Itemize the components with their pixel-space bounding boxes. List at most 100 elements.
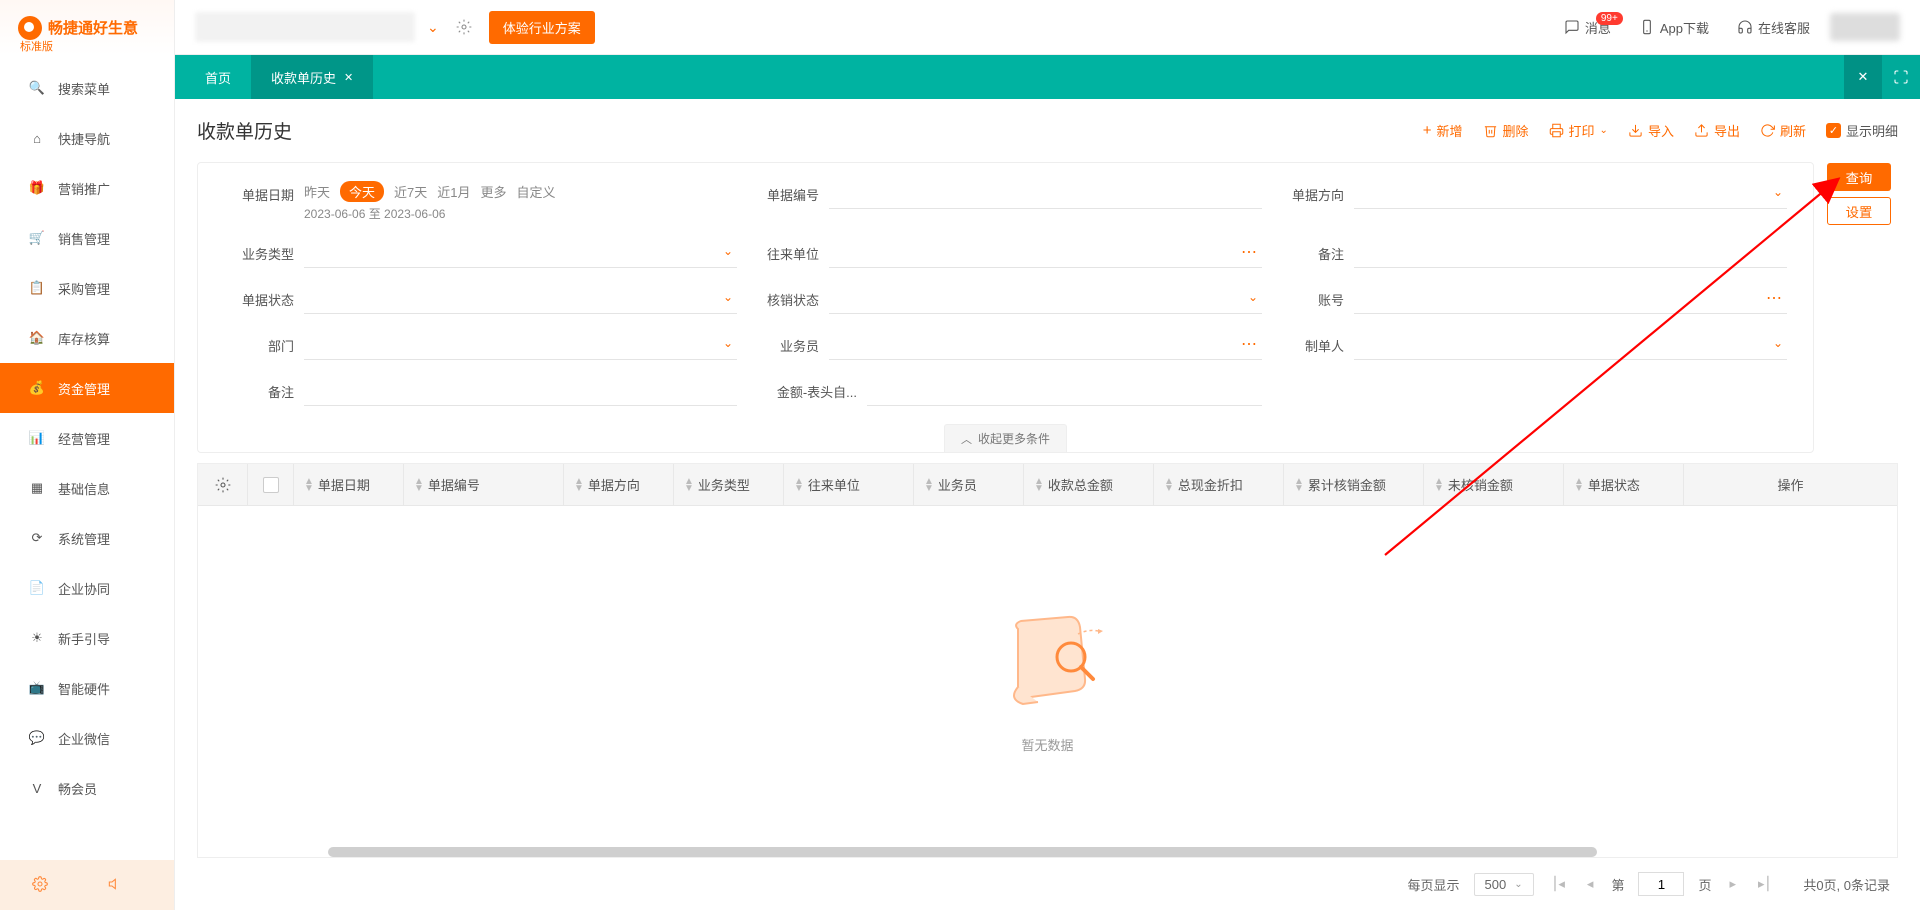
sidebar-item-6[interactable]: 💰资金管理 <box>0 363 174 413</box>
column-label: 业务员 <box>938 475 977 494</box>
filter-clerk-field[interactable]: ⋯ <box>829 332 1262 360</box>
tab-receipt-history[interactable]: 收款单历史 ✕ <box>251 55 373 99</box>
refresh-icon <box>1760 123 1775 138</box>
export-button[interactable]: 导出 <box>1694 121 1740 140</box>
page-number-input[interactable] <box>1638 872 1684 896</box>
date-option-2[interactable]: 近7天 <box>394 182 427 201</box>
date-option-1[interactable]: 今天 <box>340 181 384 202</box>
column-header[interactable]: ▲▼单据状态 <box>1564 464 1684 505</box>
refresh-label: 刷新 <box>1780 121 1806 140</box>
pagination: 每页显示 500⌄ ⎮◂ ◂ 第 页 ▸ ▸⎮ 共0页, 0条记录 <box>175 858 1920 910</box>
filter-docstatus-label: 单据状态 <box>212 286 304 309</box>
sidebar-item-3[interactable]: 🛒销售管理 <box>0 213 174 263</box>
column-label: 操作 <box>1777 475 1803 494</box>
sort-icon: ▲▼ <box>924 478 934 492</box>
per-page-select[interactable]: 500⌄ <box>1474 873 1534 896</box>
first-page-button[interactable]: ⎮◂ <box>1548 876 1569 892</box>
sidebar-item-0[interactable]: 🔍搜索菜单 <box>0 63 174 113</box>
sidebar-item-13[interactable]: 💬企业微信 <box>0 713 174 763</box>
column-header[interactable]: ▲▼往来单位 <box>784 464 914 505</box>
phone-icon <box>1639 19 1655 35</box>
column-header[interactable]: ▲▼累计核销金额 <box>1284 464 1424 505</box>
settings-button[interactable]: 设置 <box>1827 197 1891 225</box>
org-dropdown-icon[interactable]: ⌄ <box>427 19 439 36</box>
filter-maker-field[interactable]: ⌄ <box>1354 332 1787 360</box>
delete-button[interactable]: 删除 <box>1483 121 1529 140</box>
speaker-icon[interactable] <box>108 876 124 895</box>
print-button[interactable]: 打印⌄ <box>1549 121 1608 140</box>
column-header[interactable]: ▲▼单据方向 <box>564 464 674 505</box>
import-button[interactable]: 导入 <box>1628 121 1674 140</box>
filter-remark-field[interactable] <box>1354 240 1787 268</box>
column-header[interactable]: ▲▼收款总金额 <box>1024 464 1154 505</box>
sidebar-item-2[interactable]: 🎁营销推广 <box>0 163 174 213</box>
sidebar-item-8[interactable]: ▦基础信息 <box>0 463 174 513</box>
filter-partner-label: 往来单位 <box>737 240 829 263</box>
nav-icon: ▦ <box>28 479 46 497</box>
app-download-link[interactable]: App下载 <box>1631 18 1717 37</box>
column-header[interactable]: ▲▼未核销金额 <box>1424 464 1564 505</box>
topbar-gear-icon[interactable] <box>451 14 477 40</box>
filter-partner-field[interactable]: ⋯ <box>829 240 1262 268</box>
column-header[interactable]: ▲▼ 业务员 <box>914 464 1024 505</box>
query-button[interactable]: 查询 <box>1827 163 1891 191</box>
filter-dept-field[interactable]: ⌄ <box>304 332 737 360</box>
sidebar-item-11[interactable]: ☀新手引导 <box>0 613 174 663</box>
date-option-5[interactable]: 自定义 <box>517 182 556 201</box>
prev-page-button[interactable]: ◂ <box>1583 876 1598 892</box>
filter-biztype-field[interactable]: ⌄ <box>304 240 737 268</box>
user-avatar-blurred[interactable] <box>1830 13 1900 41</box>
column-header[interactable]: ▲▼单据日期 <box>294 464 404 505</box>
support-link[interactable]: 在线客服 <box>1729 18 1818 37</box>
filter-docstatus-field[interactable]: ⌄ <box>304 286 737 314</box>
fullscreen-icon[interactable] <box>1882 55 1920 99</box>
tab-close-icon[interactable]: ✕ <box>344 71 353 84</box>
sidebar-item-14[interactable]: V畅会员 <box>0 763 174 813</box>
date-option-0[interactable]: 昨天 <box>304 182 330 201</box>
filter-docno-field[interactable] <box>829 181 1262 209</box>
page-summary: 共0页, 0条记录 <box>1803 875 1890 894</box>
sidebar-item-12[interactable]: 📺智能硬件 <box>0 663 174 713</box>
date-option-3[interactable]: 近1月 <box>437 182 470 201</box>
add-button[interactable]: +新增 <box>1423 121 1463 140</box>
last-page-button[interactable]: ▸⎮ <box>1754 876 1775 892</box>
nav-label: 销售管理 <box>58 229 110 248</box>
column-label: 单据方向 <box>588 475 640 494</box>
tab-home[interactable]: 首页 <box>185 55 251 99</box>
sidebar-item-7[interactable]: 📊经营管理 <box>0 413 174 463</box>
column-label: 往来单位 <box>808 475 860 494</box>
filter-remark-label: 备注 <box>1262 240 1354 263</box>
column-header[interactable]: ▲▼单据编号 <box>404 464 564 505</box>
date-option-4[interactable]: 更多 <box>481 182 507 201</box>
column-header[interactable]: ▲▼总现金折扣 <box>1154 464 1284 505</box>
sidebar-item-10[interactable]: 📄企业协同 <box>0 563 174 613</box>
tab-receipt-history-label: 收款单历史 <box>271 68 336 87</box>
trial-plan-button[interactable]: 体验行业方案 <box>489 11 595 44</box>
next-page-button[interactable]: ▸ <box>1725 876 1740 892</box>
filter-account-field[interactable]: ⋯ <box>1354 286 1787 314</box>
sidebar-item-5[interactable]: 🏠库存核算 <box>0 313 174 363</box>
messages-link[interactable]: 消息 99+ <box>1556 18 1619 37</box>
filter-direction-field[interactable]: ⌄ <box>1354 181 1787 209</box>
tab-close-all-icon[interactable]: ✕ <box>1844 55 1882 99</box>
horizontal-scrollbar[interactable] <box>328 847 1597 857</box>
column-header[interactable]: ▲▼业务类型 <box>674 464 784 505</box>
settings-icon[interactable] <box>32 876 48 895</box>
show-detail-toggle[interactable]: ✓显示明细 <box>1826 121 1898 140</box>
filter-remark2-field[interactable] <box>304 378 737 406</box>
brand-name: 畅捷通好生意 <box>48 17 138 38</box>
sort-icon: ▲▼ <box>684 478 694 492</box>
nav-icon: 🏠 <box>28 329 46 347</box>
empty-text: 暂无数据 <box>1021 735 1073 754</box>
sidebar-item-4[interactable]: 📋采购管理 <box>0 263 174 313</box>
sidebar-item-9[interactable]: ⟳系统管理 <box>0 513 174 563</box>
filter-verifystatus-field[interactable]: ⌄ <box>829 286 1262 314</box>
refresh-button[interactable]: 刷新 <box>1760 121 1806 140</box>
collapse-filters-button[interactable]: ︿ 收起更多条件 <box>944 424 1067 452</box>
column-header[interactable]: 操作 <box>1684 464 1897 505</box>
filter-amount-field[interactable] <box>867 378 1262 406</box>
table-config-button[interactable] <box>198 464 248 505</box>
gear-icon <box>215 477 231 493</box>
sidebar-item-1[interactable]: ⌂快捷导航 <box>0 113 174 163</box>
select-all-checkbox[interactable] <box>248 464 294 505</box>
